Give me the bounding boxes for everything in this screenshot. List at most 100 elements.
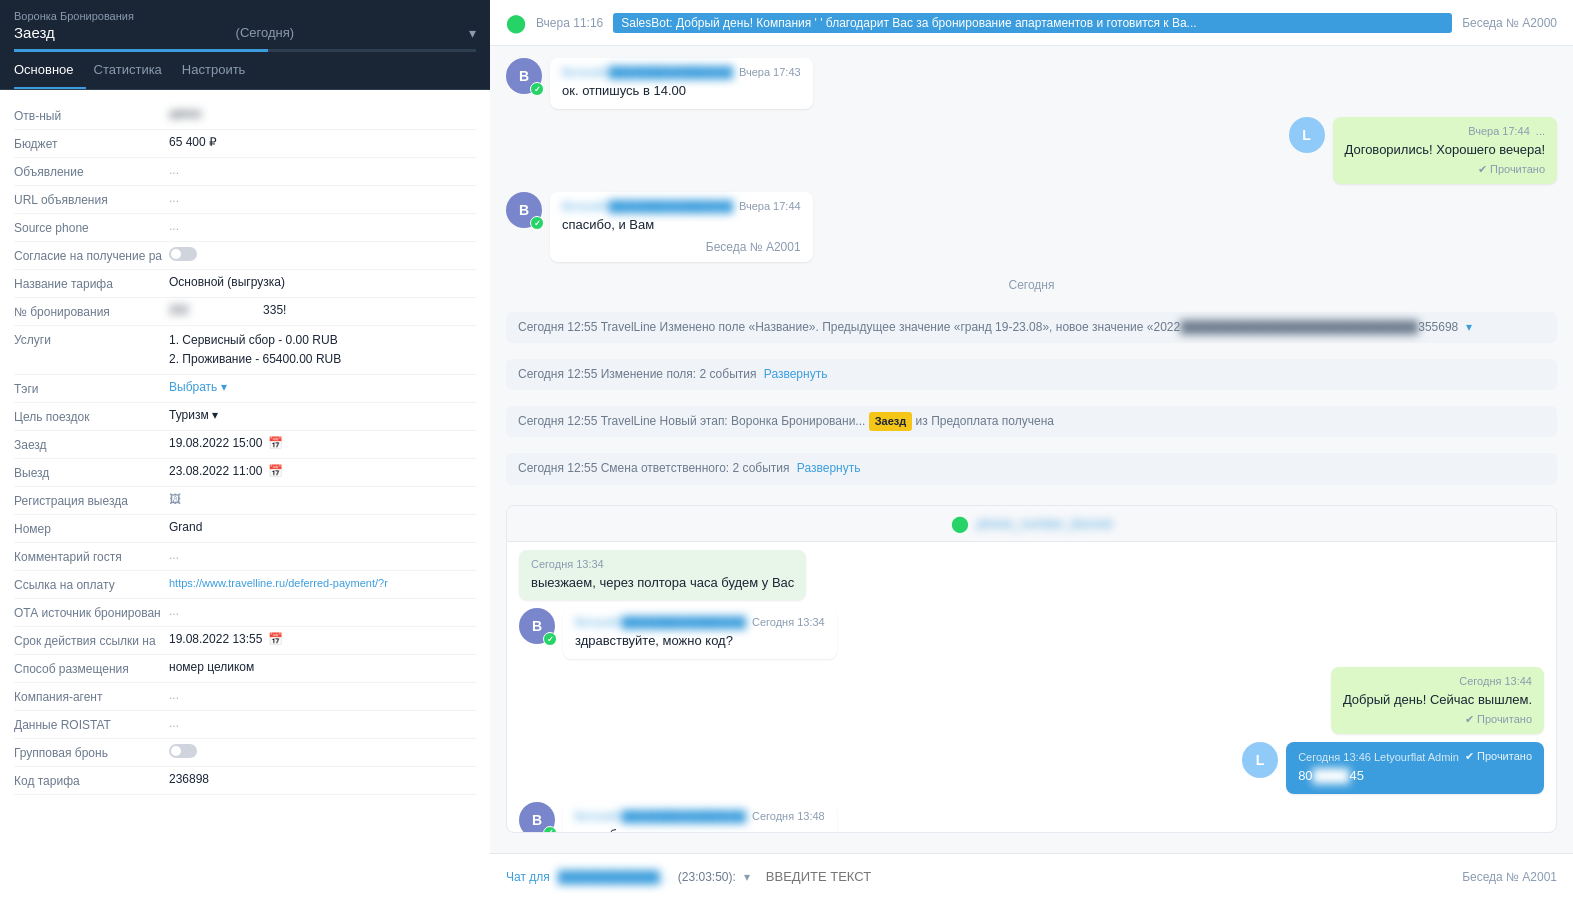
field-row-comment: Комментарий гостя ... bbox=[14, 543, 476, 571]
field-value-payment-link: https://www.travelline.ru/deferred-payme… bbox=[169, 576, 476, 590]
convo-bubble-cm3: Сегодня 13:44 Добрый день! Сейчас вышлем… bbox=[1331, 667, 1544, 735]
funnel-title-row: Заезд (Сегодня) ▾ bbox=[14, 24, 476, 41]
field-label-soglasie: Согласие на получение ра bbox=[14, 247, 169, 263]
avatar-cm4-out: L bbox=[1242, 742, 1278, 778]
field-value-roistat: ... bbox=[169, 716, 476, 730]
avatar-m2-out: L bbox=[1289, 117, 1325, 153]
toggle-group[interactable] bbox=[169, 744, 197, 758]
field-row-company: Компания-агент ... bbox=[14, 683, 476, 711]
msg-time-row-m2: ✔ Прочитано bbox=[1345, 163, 1546, 176]
funnel-header: Воронка Бронирования Заезд (Сегодня) ▾ bbox=[0, 0, 490, 52]
field-label-reg-vyezd: Регистрация выезда bbox=[14, 492, 169, 508]
convo-text-cm1: выезжаем, через полтора часа будем у Вас bbox=[531, 573, 794, 593]
field-label-tarif-code: Код тарифа bbox=[14, 772, 169, 788]
msg-bubble-m3: Виталий ████████████████ Вчера 17:44 спа… bbox=[550, 192, 813, 262]
convo-header-cm4: Сегодня 13:46 Letyourflat Admin ✔ Прочит… bbox=[1298, 750, 1532, 763]
chat-top-message[interactable]: SalesBot: Добрый день! Компания ' ' благ… bbox=[613, 13, 1452, 33]
tab-nastroit[interactable]: Настроить bbox=[182, 52, 258, 89]
avatar-cm2: В ✓ bbox=[519, 608, 555, 644]
field-row-booking-number: № бронирования 202 335! bbox=[14, 298, 476, 326]
field-label-source-phone: Source phone bbox=[14, 219, 169, 235]
whatsapp-badge-m3: ✓ bbox=[530, 216, 544, 230]
chat-input-for: ████████████... bbox=[558, 870, 670, 884]
whatsapp-badge-cm2: ✓ bbox=[543, 632, 557, 646]
chat-dropdown-icon[interactable]: ▾ bbox=[744, 870, 750, 884]
convo-phone: phone_number_blurred bbox=[977, 516, 1112, 531]
field-row-room: Номер Grand bbox=[14, 515, 476, 543]
convo-section-a2001: ⬤ phone_number_blurred Сегодня 13:34 вые… bbox=[506, 505, 1557, 833]
message-row-m1: В ✓ Виталий ████████████████ Вчера 17:43… bbox=[506, 58, 1557, 109]
field-value-url-obyavlenie: ... bbox=[169, 191, 476, 205]
expand-link-1[interactable]: ▾ bbox=[1466, 320, 1472, 334]
convo-header-cm3: Сегодня 13:44 bbox=[1343, 675, 1532, 687]
field-value-reg-vyezd[interactable]: 🖼 bbox=[169, 492, 476, 506]
field-row-otvny: Отв-ный admin bbox=[14, 102, 476, 130]
calendar-icon-checkout[interactable]: 📅 bbox=[268, 464, 283, 478]
msg-time-m3: Вчера 17:44 bbox=[739, 200, 801, 212]
funnel-label: Воронка Бронирования bbox=[14, 10, 476, 22]
left-panel: Воронка Бронирования Заезд (Сегодня) ▾ О… bbox=[0, 0, 490, 899]
toggle-soglasie[interactable] bbox=[169, 247, 197, 261]
field-value-group[interactable] bbox=[169, 744, 476, 761]
field-value-company: ... bbox=[169, 688, 476, 702]
calendar-icon-checkin[interactable]: 📅 bbox=[268, 436, 283, 450]
sender-name-cm5: Виталий ████████████████ bbox=[575, 810, 746, 822]
field-label-tags: Тэги bbox=[14, 380, 169, 396]
payment-link[interactable]: https://www.travelline.ru/deferred-payme… bbox=[169, 577, 388, 589]
chat-input-field[interactable] bbox=[758, 869, 1454, 884]
convo-bubble-cm5: Виталий ████████████████ Сегодня 13:48 с… bbox=[563, 802, 837, 833]
day-divider: Сегодня bbox=[506, 270, 1557, 300]
whatsapp-icon-convo: ⬤ bbox=[951, 514, 969, 533]
field-row-group: Групповая бронь bbox=[14, 739, 476, 767]
tab-statistika[interactable]: Статистика bbox=[94, 52, 174, 89]
field-label-obyavlenie: Объявление bbox=[14, 163, 169, 179]
funnel-chevron-icon[interactable]: ▾ bbox=[469, 25, 476, 41]
whatsapp-icon-topbar: ⬤ bbox=[506, 12, 526, 34]
avatar-m1: В ✓ bbox=[506, 58, 542, 94]
convo-msg-cm4: Сегодня 13:46 Letyourflat Admin ✔ Прочит… bbox=[519, 742, 1544, 794]
convo-bubble-cm4: Сегодня 13:46 Letyourflat Admin ✔ Прочит… bbox=[1286, 742, 1544, 794]
expand-link-2[interactable]: Развернуть bbox=[764, 367, 828, 381]
tab-osnovnoe[interactable]: Основное bbox=[14, 52, 86, 89]
calendar-icon-link-expire[interactable]: 📅 bbox=[268, 632, 283, 646]
system-event-3: Сегодня 12:55 TravelLine Новый этап: Вор… bbox=[506, 406, 1557, 438]
field-label-room: Номер bbox=[14, 520, 169, 536]
field-row-budget: Бюджет 65 400 ₽ bbox=[14, 130, 476, 158]
field-value-goal[interactable]: Туризм ▾ bbox=[169, 408, 476, 422]
field-label-company: Компания-агент bbox=[14, 688, 169, 704]
convo-text-cm4: 80████45 bbox=[1298, 766, 1532, 786]
field-label-checkout: Выезд bbox=[14, 464, 169, 480]
field-row-roistat: Данные ROISTAT ... bbox=[14, 711, 476, 739]
field-label-tarif-name: Название тарифа bbox=[14, 275, 169, 291]
msg-read-m2: ... bbox=[1536, 125, 1545, 137]
funnel-subtitle: (Сегодня) bbox=[236, 25, 294, 40]
field-row-checkout: Выезд 23.08.2022 11:00 📅 bbox=[14, 459, 476, 487]
convo-msg-cm5: В ✓ Виталий ████████████████ Сегодня 13:… bbox=[519, 802, 1544, 833]
field-label-goal: Цель поездок bbox=[14, 408, 169, 424]
system-event-4: Сегодня 12:55 Смена ответственного: 2 со… bbox=[506, 453, 1557, 484]
field-value-otvny: admin bbox=[169, 107, 476, 121]
msg-bubble-m1: Виталий ████████████████ Вчера 17:43 ок.… bbox=[550, 58, 813, 109]
msg-read-cm3: ✔ Прочитано bbox=[1465, 713, 1532, 726]
chat-input-label: Чат для bbox=[506, 870, 550, 884]
field-value-tags[interactable]: Выбрать ▾ bbox=[169, 380, 476, 394]
funnel-progress bbox=[14, 49, 476, 52]
expand-link-4[interactable]: Развернуть bbox=[797, 461, 861, 475]
field-value-room: Grand bbox=[169, 520, 476, 534]
field-value-uslugi: 1. Сервисный сбор - 0.00 RUB 2. Проживан… bbox=[169, 331, 476, 369]
field-row-goal: Цель поездок Туризм ▾ bbox=[14, 403, 476, 431]
field-label-url-obyavlenie: URL объявления bbox=[14, 191, 169, 207]
message-row-m3: В ✓ Виталий ████████████████ Вчера 17:44… bbox=[506, 192, 1557, 262]
chat-input-bar: Чат для ████████████... (23:03:50): ▾ Бе… bbox=[490, 853, 1573, 899]
stage-badge: Заезд bbox=[869, 412, 913, 432]
convo-text-cm3: Добрый день! Сейчас вышлем. bbox=[1343, 690, 1532, 710]
field-value-soglasie[interactable] bbox=[169, 247, 476, 264]
field-label-roistat: Данные ROISTAT bbox=[14, 716, 169, 732]
sender-name-m3: Виталий ████████████████ bbox=[562, 200, 733, 212]
field-label-ota: ОТА источник бронирован bbox=[14, 604, 169, 620]
field-value-placement: номер целиком bbox=[169, 660, 476, 674]
reg-icon: 🖼 bbox=[169, 492, 181, 506]
msg-time-m1: Вчера 17:43 bbox=[739, 66, 801, 78]
msg-bubble-m2: Вчера 17:44 ... Договорились! Хорошего в… bbox=[1333, 117, 1558, 185]
field-label-payment-link: Ссылка на оплату bbox=[14, 576, 169, 592]
